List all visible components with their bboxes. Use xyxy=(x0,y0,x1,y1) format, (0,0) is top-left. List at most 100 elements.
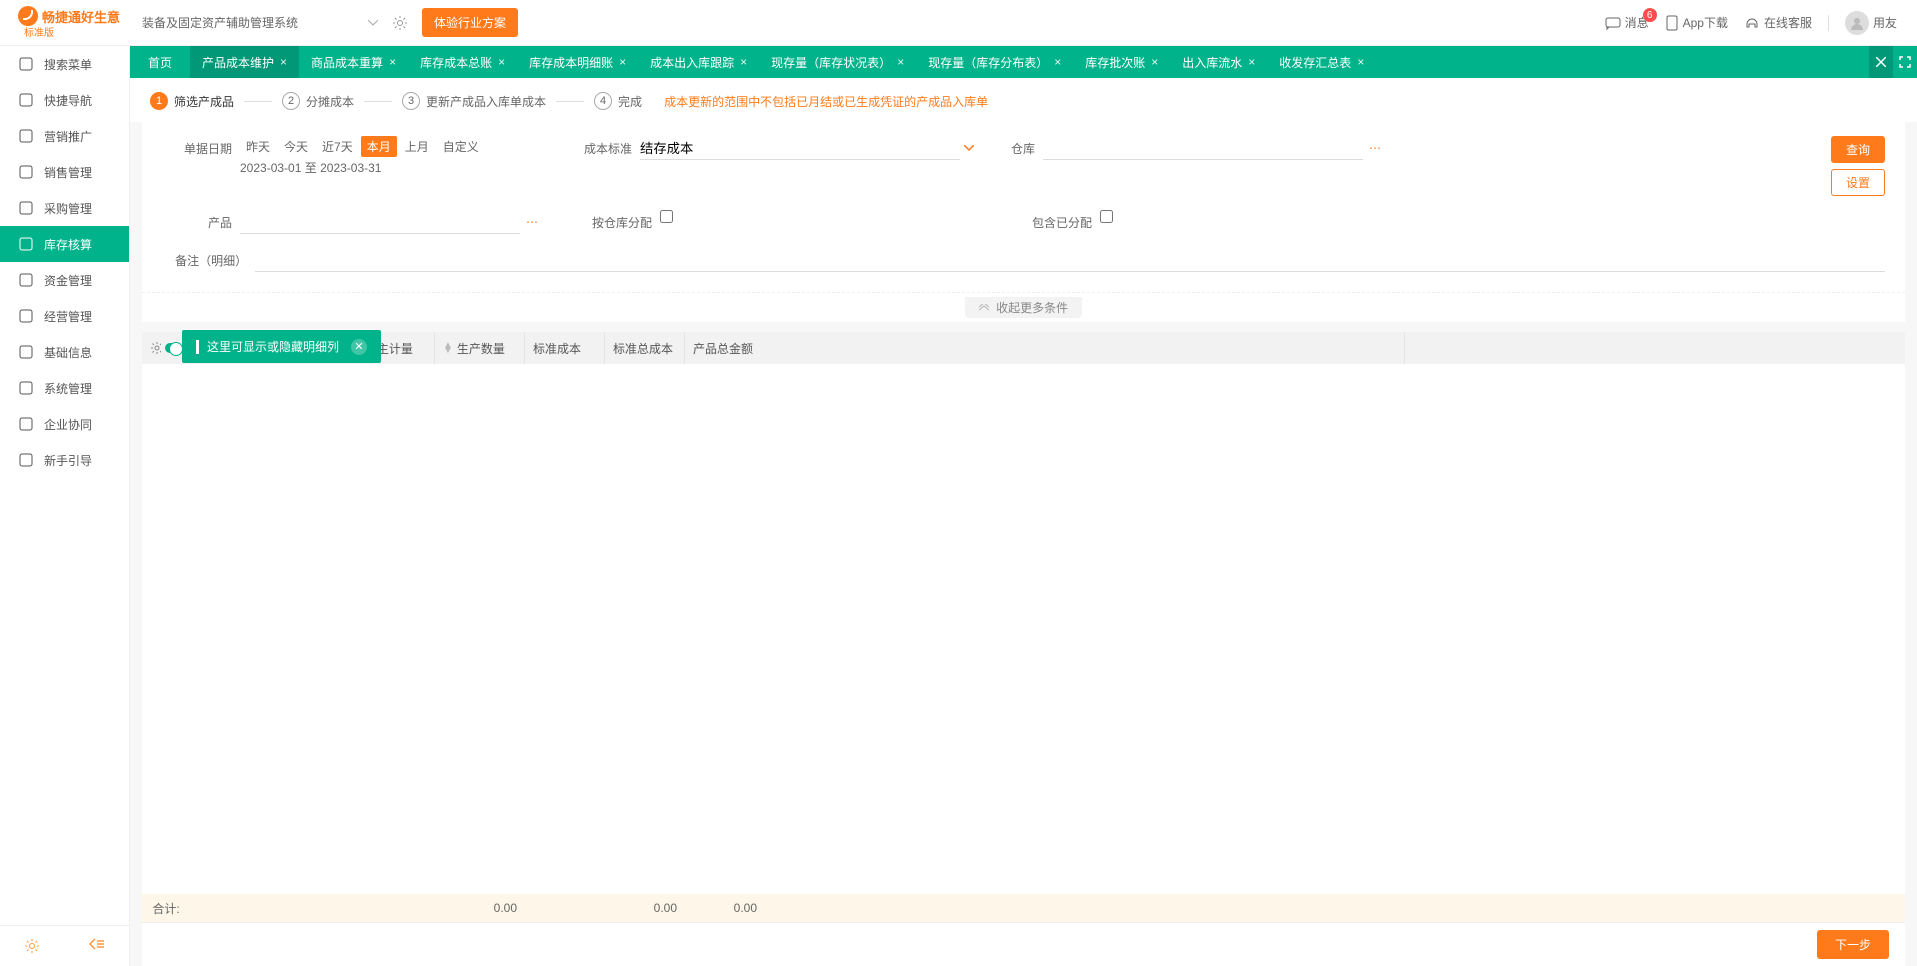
footer-gear-icon[interactable] xyxy=(24,938,40,954)
tab-0[interactable]: 产品成本维护× xyxy=(190,46,299,78)
industry-plan-button[interactable]: 体验行业方案 xyxy=(422,8,518,37)
date-label: 单据日期 xyxy=(162,136,232,157)
date-quick-5[interactable]: 自定义 xyxy=(437,136,485,157)
app-download-button[interactable]: App下载 xyxy=(1665,14,1728,31)
tab-close-icon[interactable]: × xyxy=(1248,55,1255,69)
cost-std-select[interactable] xyxy=(640,136,982,160)
tab-4[interactable]: 成本出入库跟踪× xyxy=(638,46,759,78)
tab-7[interactable]: 库存批次账 × xyxy=(1073,46,1170,78)
system-selector[interactable]: 装备及固定资产辅助管理系统 xyxy=(142,14,378,31)
sidebar-item-8[interactable]: 基础信息 xyxy=(0,334,129,370)
tab-close-icon[interactable]: × xyxy=(389,55,396,69)
column-header-2[interactable]: 标准成本 xyxy=(525,332,605,364)
tab-close-icon[interactable]: × xyxy=(280,55,287,69)
settings-gear-icon[interactable] xyxy=(392,15,408,31)
headset-icon xyxy=(1744,15,1760,31)
logo-subtitle: 标准版 xyxy=(24,24,54,39)
tab-close-icon[interactable]: × xyxy=(897,55,904,69)
tab-2[interactable]: 库存成本总账× xyxy=(408,46,517,78)
sidebar-item-3[interactable]: 销售管理 xyxy=(0,154,129,190)
sidebar-item-label: 企业协同 xyxy=(44,416,92,433)
close-all-tabs-button[interactable] xyxy=(1869,46,1893,78)
table-body xyxy=(142,364,1905,894)
sidebar-item-9[interactable]: 系统管理 xyxy=(0,370,129,406)
sidebar-item-label: 基础信息 xyxy=(44,344,92,361)
tab-3[interactable]: 库存成本明细账× xyxy=(517,46,638,78)
warehouse-label: 仓库 xyxy=(1002,136,1035,157)
date-quick-4[interactable]: 上月 xyxy=(399,136,435,157)
sidebar: 搜索菜单快捷导航营销推广销售管理采购管理库存核算资金管理经营管理基础信息系统管理… xyxy=(0,46,130,966)
sidebar-item-11[interactable]: 新手引导 xyxy=(0,442,129,478)
tab-close-icon[interactable]: × xyxy=(1054,55,1061,69)
sidebar-item-label: 采购管理 xyxy=(44,200,92,217)
query-button[interactable]: 查询 xyxy=(1831,136,1885,163)
header-right: 消息 6 App下载 在线客服 用友 xyxy=(1605,11,1897,35)
tab-bar: 首页 产品成本维护×商品成本重算×库存成本总账×库存成本明细账×成本出入库跟踪×… xyxy=(130,46,1917,78)
sidebar-icon xyxy=(18,56,34,72)
tab-5[interactable]: 现存量（库存状况表） × xyxy=(759,46,916,78)
by-warehouse-label: 按仓库分配 xyxy=(562,210,652,231)
tab-close-icon[interactable]: × xyxy=(619,55,626,69)
logo-text: 畅捷通好生意 xyxy=(42,7,120,26)
user-menu[interactable]: 用友 xyxy=(1845,11,1897,35)
column-header-4[interactable]: 产品总金额 xyxy=(685,332,1405,364)
tab-home[interactable]: 首页 xyxy=(130,46,190,78)
customer-service-button[interactable]: 在线客服 xyxy=(1744,14,1812,31)
column-header-1[interactable]: ▲▼生产数量 xyxy=(435,332,525,364)
divider xyxy=(1828,15,1829,31)
sidebar-item-0[interactable]: 搜索菜单 xyxy=(0,46,129,82)
sidebar-icon xyxy=(18,308,34,324)
messages-button[interactable]: 消息 6 xyxy=(1605,14,1649,31)
product-input[interactable] xyxy=(240,210,520,234)
product-picker-icon[interactable]: ⋯ xyxy=(526,215,539,229)
tab-6[interactable]: 现存量（库存分布表） × xyxy=(916,46,1073,78)
avatar-icon xyxy=(1845,11,1869,35)
step-1: 2分摊成本 xyxy=(282,92,354,110)
step-number: 4 xyxy=(594,92,612,110)
sidebar-item-10[interactable]: 企业协同 xyxy=(0,406,129,442)
tab-label: 出入库流水 xyxy=(1182,54,1242,71)
sidebar-item-4[interactable]: 采购管理 xyxy=(0,190,129,226)
collapse-filter-bar[interactable]: 收起更多条件 xyxy=(142,292,1905,322)
cost-std-input[interactable] xyxy=(640,136,960,160)
tab-1[interactable]: 商品成本重算× xyxy=(299,46,408,78)
warehouse-picker-icon[interactable]: ⋯ xyxy=(1369,141,1382,155)
date-quick-1[interactable]: 今天 xyxy=(278,136,314,157)
date-quick-3[interactable]: 本月 xyxy=(361,136,397,157)
tab-close-icon[interactable]: × xyxy=(1357,55,1364,69)
column-settings-cell[interactable]: 这里可显示或隐藏明细列 ✕ xyxy=(142,332,190,364)
date-quick-2[interactable]: 近7天 xyxy=(316,136,359,157)
tab-9[interactable]: 收发存汇总表× xyxy=(1267,46,1376,78)
sidebar-footer xyxy=(0,925,129,966)
tab-close-icon[interactable]: × xyxy=(1151,55,1158,69)
warehouse-input[interactable] xyxy=(1043,136,1363,160)
sidebar-item-label: 库存核算 xyxy=(44,236,92,253)
sidebar-item-label: 搜索菜单 xyxy=(44,56,92,73)
filter-settings-button[interactable]: 设置 xyxy=(1831,169,1885,196)
table-header: 这里可显示或隐藏明细列 ✕ ▲▼主计量▲▼生产数量标准成本标准总成本产品总金额 xyxy=(142,332,1905,364)
tab-label: 现存量（库存分布表） xyxy=(928,54,1048,71)
date-range-display: 2023-03-01 至 2023-03-31 xyxy=(240,159,485,176)
sidebar-item-7[interactable]: 经营管理 xyxy=(0,298,129,334)
chevron-down-icon xyxy=(964,145,974,151)
remark-label: 备注（明细） xyxy=(162,248,247,269)
tab-close-icon[interactable]: × xyxy=(498,55,505,69)
next-step-button[interactable]: 下一步 xyxy=(1817,930,1889,959)
tab-label: 库存批次账 xyxy=(1085,54,1145,71)
by-warehouse-checkbox[interactable] xyxy=(660,210,673,223)
sidebar-item-1[interactable]: 快捷导航 xyxy=(0,82,129,118)
remark-input[interactable] xyxy=(255,248,1885,272)
sidebar-item-2[interactable]: 营销推广 xyxy=(0,118,129,154)
sidebar-item-6[interactable]: 资金管理 xyxy=(0,262,129,298)
tab-8[interactable]: 出入库流水 × xyxy=(1170,46,1267,78)
column-header-3[interactable]: 标准总成本 xyxy=(605,332,685,364)
tab-close-icon[interactable]: × xyxy=(740,55,747,69)
fullscreen-button[interactable] xyxy=(1893,46,1917,78)
date-quick-0[interactable]: 昨天 xyxy=(240,136,276,157)
tooltip-close-icon[interactable]: ✕ xyxy=(351,339,367,355)
tab-label: 现存量（库存状况表） xyxy=(771,54,891,71)
collapse-sidebar-icon[interactable] xyxy=(89,938,105,954)
include-allocated-checkbox[interactable] xyxy=(1100,210,1113,223)
footer-label: 合计: xyxy=(142,900,190,917)
sidebar-item-5[interactable]: 库存核算 xyxy=(0,226,129,262)
